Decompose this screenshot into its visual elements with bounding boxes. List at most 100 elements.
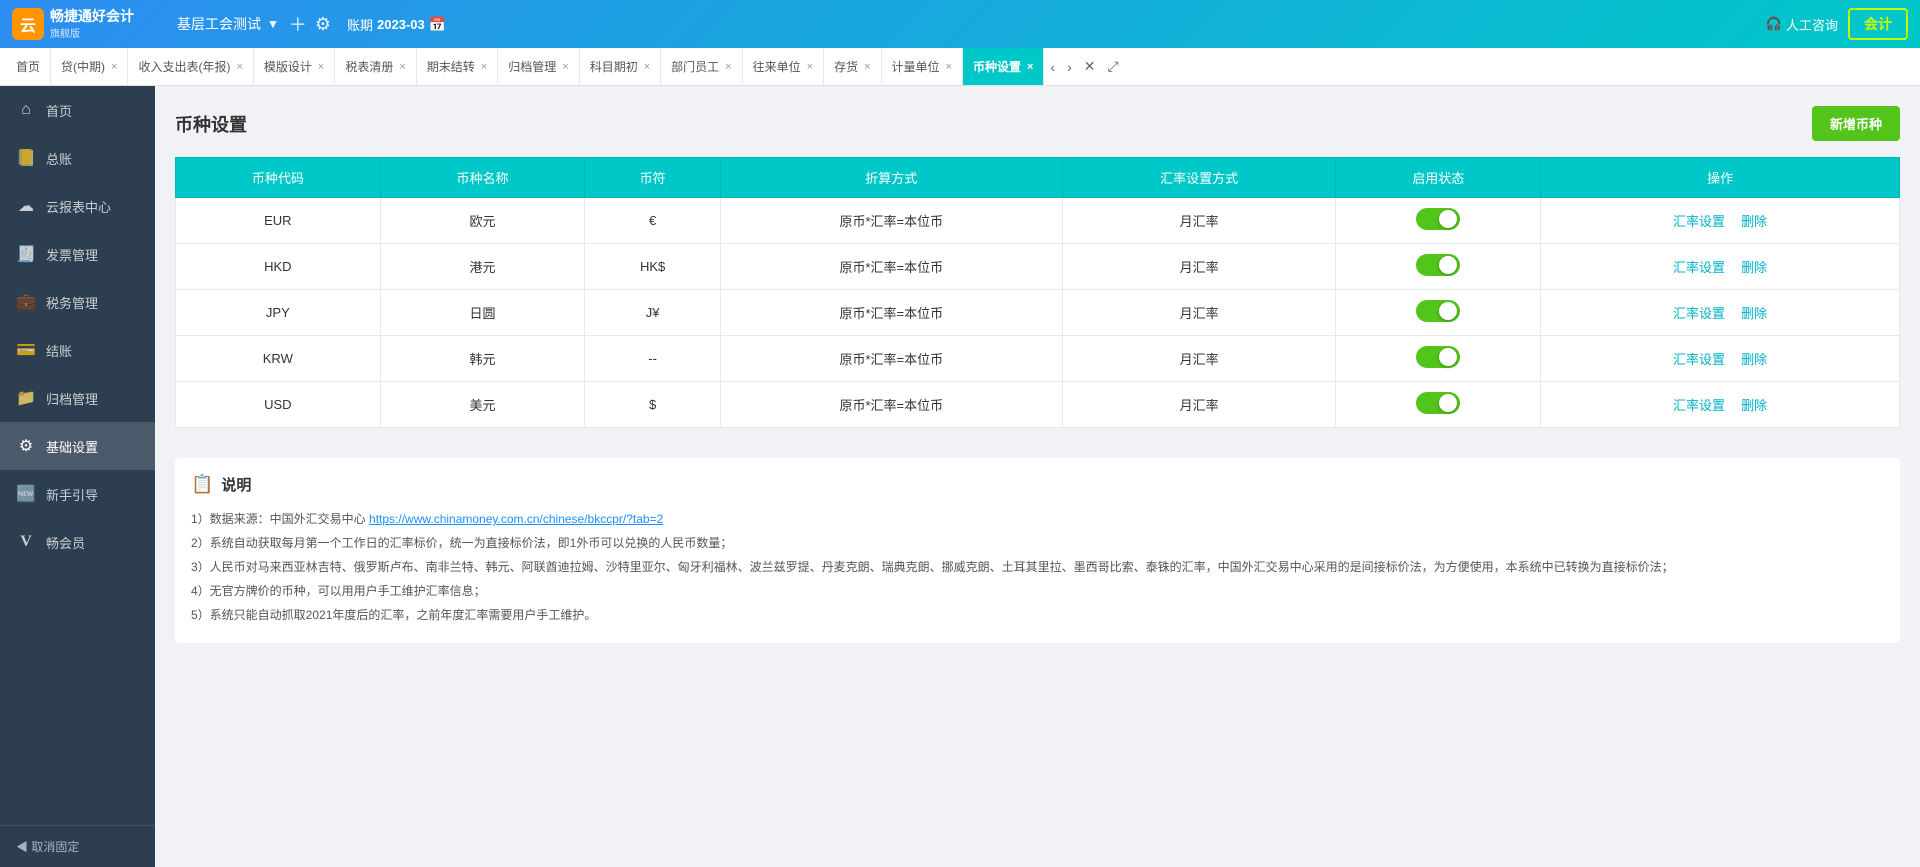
unpin-label: ◀ 取消固定 [16, 838, 79, 855]
sidebar-item-archive[interactable]: 📁 归档管理 [0, 374, 155, 422]
tab-close-all-button[interactable]: ✕ [1078, 58, 1102, 75]
rate-setting-link[interactable]: 汇率设置 [1673, 398, 1725, 413]
period-label: 账期 [347, 15, 373, 34]
cell-calc: 原币*汇率=本位币 [720, 198, 1062, 244]
tab-dept[interactable]: 部门员工 × [661, 48, 742, 86]
tab-partner-close[interactable]: × [807, 61, 813, 73]
company-dropdown-icon[interactable]: ▼ [267, 17, 279, 31]
home-icon: ⌂ [16, 100, 36, 120]
tab-yearend-close[interactable]: × [481, 61, 487, 73]
tab-home[interactable]: 首页 [6, 48, 51, 86]
page-title: 币种设置 [175, 111, 247, 137]
calendar-icon[interactable]: 📅 [429, 16, 446, 33]
tab-partner[interactable]: 往来单位 × [743, 48, 824, 86]
tab-unit[interactable]: 计量单位 × [882, 48, 963, 86]
delete-link[interactable]: 删除 [1741, 214, 1767, 229]
sidebar-item-reports[interactable]: ☁ 云报表中心 [0, 182, 155, 230]
delete-link[interactable]: 删除 [1741, 398, 1767, 413]
tab-income[interactable]: 收入支出表(年报) × [128, 48, 253, 86]
cell-actions: 汇率设置 删除 [1541, 382, 1900, 428]
kuaiji-button[interactable]: 会计 [1848, 8, 1908, 40]
rate-setting-link[interactable]: 汇率设置 [1673, 260, 1725, 275]
toggle-switch[interactable] [1416, 392, 1460, 414]
cell-status [1336, 382, 1541, 428]
tab-subject[interactable]: 科目期初 × [580, 48, 661, 86]
tab-archive-close[interactable]: × [562, 61, 568, 73]
settings-button[interactable]: ⚙ [315, 14, 331, 35]
notes-section: 📋 说明 1）数据来源：中国外汇交易中心 https://www.chinamo… [175, 458, 1900, 643]
tab-archive[interactable]: 归档管理 × [498, 48, 579, 86]
tab-bar: 首页 贷(中期) × 收入支出表(年报) × 模版设计 × 税表清册 × 期末结… [0, 48, 1920, 86]
tab-template[interactable]: 模版设计 × [254, 48, 335, 86]
sidebar-pin-toggle[interactable]: ◀ 取消固定 [0, 825, 155, 867]
sidebar-item-invoice[interactable]: 🧾 发票管理 [0, 230, 155, 278]
toggle-switch[interactable] [1416, 208, 1460, 230]
notes-link[interactable]: https://www.chinamoney.com.cn/chinese/bk… [369, 512, 663, 526]
tab-yearend-label: 期末结转 [427, 58, 475, 75]
tab-subject-close[interactable]: × [644, 61, 650, 73]
tab-currency[interactable]: 币种设置 × [963, 48, 1044, 86]
toggle-knob [1439, 256, 1457, 274]
company-name[interactable]: 基层工会测试 [177, 14, 261, 34]
invoice-icon: 🧾 [16, 244, 36, 264]
col-name: 币种名称 [380, 158, 585, 198]
cell-name: 美元 [380, 382, 585, 428]
sidebar-item-settings[interactable]: ⚙ 基础设置 [0, 422, 155, 470]
tab-taxclear[interactable]: 税表清册 × [335, 48, 416, 86]
tab-next-button[interactable]: › [1061, 59, 1078, 75]
delete-link[interactable]: 删除 [1741, 306, 1767, 321]
add-tab-button[interactable]: ＋ [289, 11, 307, 37]
sidebar-item-ledger[interactable]: 📒 总账 [0, 134, 155, 182]
notes-title-label: 说明 [221, 474, 251, 495]
tab-unit-close[interactable]: × [946, 61, 952, 73]
tab-inventory-close[interactable]: × [864, 61, 870, 73]
tab-template-close[interactable]: × [318, 61, 324, 73]
tab-dept-close[interactable]: × [725, 61, 731, 73]
table-body: EUR欧元€原币*汇率=本位币月汇率汇率设置删除HKD港元HK$原币*汇率=本位… [176, 198, 1900, 428]
note-item-1: 1）数据来源：中国外汇交易中心 https://www.chinamoney.c… [191, 507, 1884, 531]
notes-content: 1）数据来源：中国外汇交易中心 https://www.chinamoney.c… [191, 507, 1884, 627]
support-label: 人工咨询 [1786, 15, 1838, 34]
rate-setting-link[interactable]: 汇率设置 [1673, 352, 1725, 367]
tab-yearend[interactable]: 期末结转 × [417, 48, 498, 86]
tab-inventory[interactable]: 存货 × [824, 48, 881, 86]
tab-subject-label: 科目期初 [590, 58, 638, 75]
col-status: 启用状态 [1336, 158, 1541, 198]
tab-balance-close[interactable]: × [111, 61, 117, 73]
cell-rate-type: 月汇率 [1062, 382, 1336, 428]
archive-icon: 📁 [16, 388, 36, 408]
sidebar-item-settle[interactable]: 💳 结账 [0, 326, 155, 374]
support-button[interactable]: 🎧 人工咨询 [1766, 15, 1838, 34]
tab-balance[interactable]: 贷(中期) × [51, 48, 128, 86]
tab-taxclear-close[interactable]: × [399, 61, 405, 73]
toggle-knob [1439, 302, 1457, 320]
logo-text-block: 畅捷通好会计 旗舰版 [50, 8, 134, 40]
sidebar-label-tax: 税务管理 [46, 293, 98, 312]
toggle-switch[interactable] [1416, 300, 1460, 322]
settle-icon: 💳 [16, 340, 36, 360]
table-row: EUR欧元€原币*汇率=本位币月汇率汇率设置删除 [176, 198, 1900, 244]
content-area: 币种设置 新增币种 币种代码 币种名称 币符 折算方式 汇率设置方式 启用状态 … [155, 86, 1920, 867]
delete-link[interactable]: 删除 [1741, 260, 1767, 275]
cell-name: 港元 [380, 244, 585, 290]
delete-link[interactable]: 删除 [1741, 352, 1767, 367]
tab-income-close[interactable]: × [236, 61, 242, 73]
tab-template-label: 模版设计 [264, 58, 312, 75]
tab-prev-button[interactable]: ‹ [1044, 59, 1061, 75]
sidebar-item-member[interactable]: V 畅会员 [0, 518, 155, 566]
tab-expand-button[interactable]: ⤢ [1102, 58, 1125, 75]
table-header: 币种代码 币种名称 币符 折算方式 汇率设置方式 启用状态 操作 [176, 158, 1900, 198]
rate-setting-link[interactable]: 汇率设置 [1673, 306, 1725, 321]
toggle-switch[interactable] [1416, 346, 1460, 368]
sidebar-item-home[interactable]: ⌂ 首页 [0, 86, 155, 134]
cell-actions: 汇率设置 删除 [1541, 244, 1900, 290]
tab-currency-close[interactable]: × [1027, 61, 1033, 73]
toggle-switch[interactable] [1416, 254, 1460, 276]
cell-calc: 原币*汇率=本位币 [720, 290, 1062, 336]
rate-setting-link[interactable]: 汇率设置 [1673, 214, 1725, 229]
cell-symbol: -- [585, 336, 721, 382]
note-item-5: 5）系统只能自动抓取2021年度后的汇率，之前年度汇率需要用户手工维护。 [191, 603, 1884, 627]
sidebar-item-guide[interactable]: 🆕 新手引导 [0, 470, 155, 518]
sidebar-item-tax[interactable]: 💼 税务管理 [0, 278, 155, 326]
new-currency-button[interactable]: 新增币种 [1812, 106, 1900, 141]
